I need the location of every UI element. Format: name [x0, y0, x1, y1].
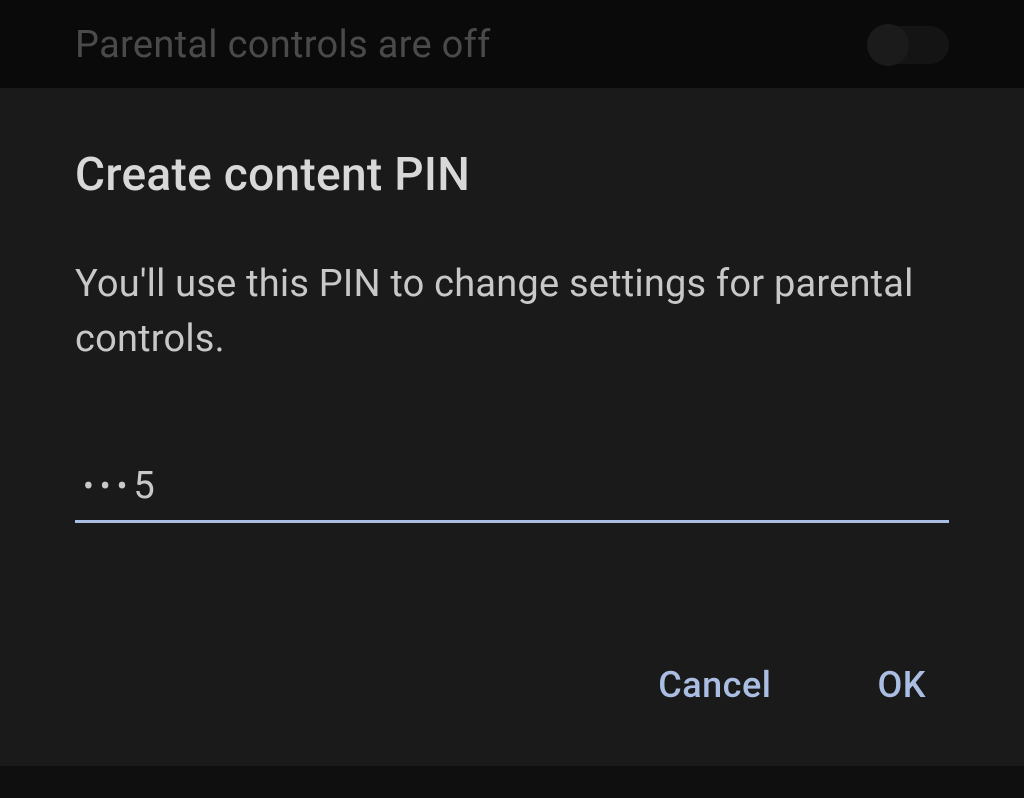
pin-last-digit: 5 [133, 464, 154, 508]
pin-masked-dots: ••• [83, 467, 133, 505]
parental-controls-row: Parental controls are off [0, 0, 1024, 90]
cancel-button[interactable]: Cancel [650, 654, 779, 716]
pin-input[interactable]: •••5 [75, 462, 949, 523]
pin-input-wrapper[interactable]: •••5 [75, 462, 949, 523]
toggle-thumb [867, 24, 909, 66]
create-pin-dialog: Create content PIN You'll use this PIN t… [0, 88, 1024, 766]
footer-strip [0, 766, 1024, 798]
dialog-title: Create content PIN [75, 148, 949, 202]
dialog-description: You'll use this PIN to change settings f… [75, 257, 949, 367]
ok-button[interactable]: OK [869, 654, 934, 716]
dialog-actions: Cancel OK [75, 654, 949, 716]
parental-controls-status: Parental controls are off [75, 23, 491, 67]
parental-controls-toggle[interactable] [869, 26, 949, 64]
